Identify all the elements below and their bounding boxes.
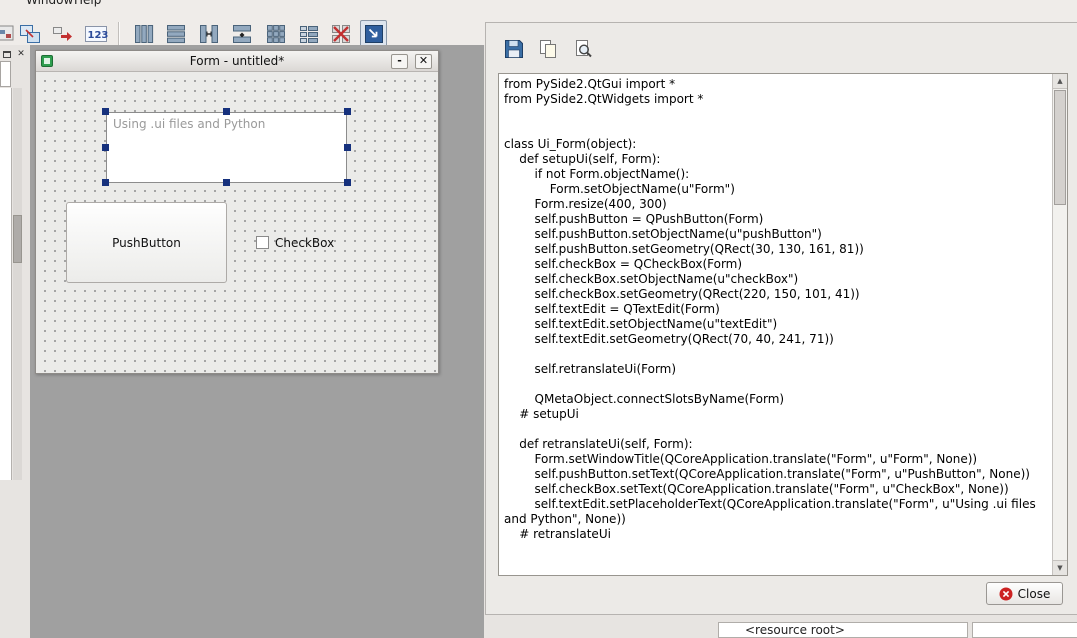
toolbar-separator — [118, 22, 120, 45]
float-dock-icon[interactable] — [1, 48, 13, 60]
menu-window[interactable]: Window — [26, 0, 73, 7]
close-button[interactable]: Close — [986, 582, 1063, 605]
code-scrollbar: ▲ ▼ — [1052, 74, 1067, 575]
menu-help[interactable]: Help — [74, 0, 101, 7]
code-preview-dialog: from PySide2.QtGui import * from PySide2… — [485, 22, 1077, 615]
layout-grid-icon[interactable] — [262, 20, 289, 47]
adjust-size-icon[interactable] — [360, 20, 387, 47]
menubar: Window Help — [0, 0, 1077, 8]
widget-box-list[interactable] — [0, 88, 12, 480]
layout-horizontal-splitter-icon[interactable] — [195, 20, 222, 47]
form-minimize-button[interactable]: - — [391, 54, 408, 69]
selection-handle-bottom-right[interactable] — [344, 179, 351, 186]
generated-code-view: from PySide2.QtGui import * from PySide2… — [498, 73, 1068, 576]
resource-root-item[interactable]: <resource root> — [718, 622, 968, 638]
mdi-workspace: Form - untitled* - ✕ Using .ui files and… — [30, 45, 484, 638]
form-window-title: Form - untitled* — [36, 54, 438, 68]
form-close-button[interactable]: ✕ — [415, 54, 432, 69]
close-button-label: Close — [1018, 587, 1051, 601]
scroll-up-icon[interactable]: ▲ — [1053, 74, 1067, 89]
find-icon[interactable] — [570, 36, 595, 61]
widget-box-dock: ✕ — [0, 45, 30, 638]
layout-form-icon[interactable] — [295, 20, 322, 47]
resource-panel-fragment — [972, 622, 1077, 638]
edit-signals-slots-icon[interactable] — [16, 20, 43, 47]
pushbutton-widget[interactable]: PushButton — [66, 202, 227, 283]
break-layout-icon[interactable] — [327, 20, 354, 47]
selection-handle-top-right[interactable] — [344, 108, 351, 115]
svg-text:123: 123 — [87, 30, 108, 41]
copy-icon[interactable] — [535, 36, 560, 61]
selection-handle-top-left[interactable] — [102, 108, 109, 115]
layout-vertical-splitter-icon[interactable] — [228, 20, 255, 47]
close-dock-icon[interactable]: ✕ — [15, 48, 27, 60]
generated-code-text[interactable]: from PySide2.QtGui import * from PySide2… — [499, 74, 1052, 575]
checkbox-label: CheckBox — [275, 236, 334, 250]
code-scrollbar-thumb[interactable] — [1054, 90, 1066, 205]
scroll-down-icon[interactable]: ▼ — [1053, 560, 1067, 575]
form-window-titlebar[interactable]: Form - untitled* - ✕ — [36, 51, 438, 72]
textedit-widget[interactable]: Using .ui files and Python — [106, 112, 347, 183]
widget-filter-input[interactable] — [0, 61, 11, 87]
edit-tab-order-icon[interactable]: 123 — [82, 20, 109, 47]
layout-vertical-icon[interactable] — [162, 20, 189, 47]
widget-box-scrollbar[interactable] — [13, 88, 22, 480]
selection-handle-middle-right[interactable] — [344, 144, 351, 151]
scrollbar-thumb[interactable] — [13, 215, 22, 263]
edit-buddies-icon[interactable] — [49, 20, 76, 47]
selection-handle-bottom-center[interactable] — [223, 179, 230, 186]
close-circle-icon — [999, 587, 1013, 601]
form-canvas[interactable]: Using .ui files and Python PushButton Ch… — [36, 72, 438, 373]
selection-handle-bottom-left[interactable] — [102, 179, 109, 186]
selection-handle-middle-left[interactable] — [102, 144, 109, 151]
selection-handle-top-center[interactable] — [223, 108, 230, 115]
checkbox-box-icon[interactable] — [256, 236, 269, 249]
qt-designer-screen: Window Help — [0, 0, 1077, 638]
save-icon[interactable] — [501, 36, 526, 61]
checkbox-widget[interactable]: CheckBox — [256, 222, 357, 263]
layout-horizontal-icon[interactable] — [130, 20, 157, 47]
form-editor-window: Form - untitled* - ✕ Using .ui files and… — [35, 50, 439, 374]
